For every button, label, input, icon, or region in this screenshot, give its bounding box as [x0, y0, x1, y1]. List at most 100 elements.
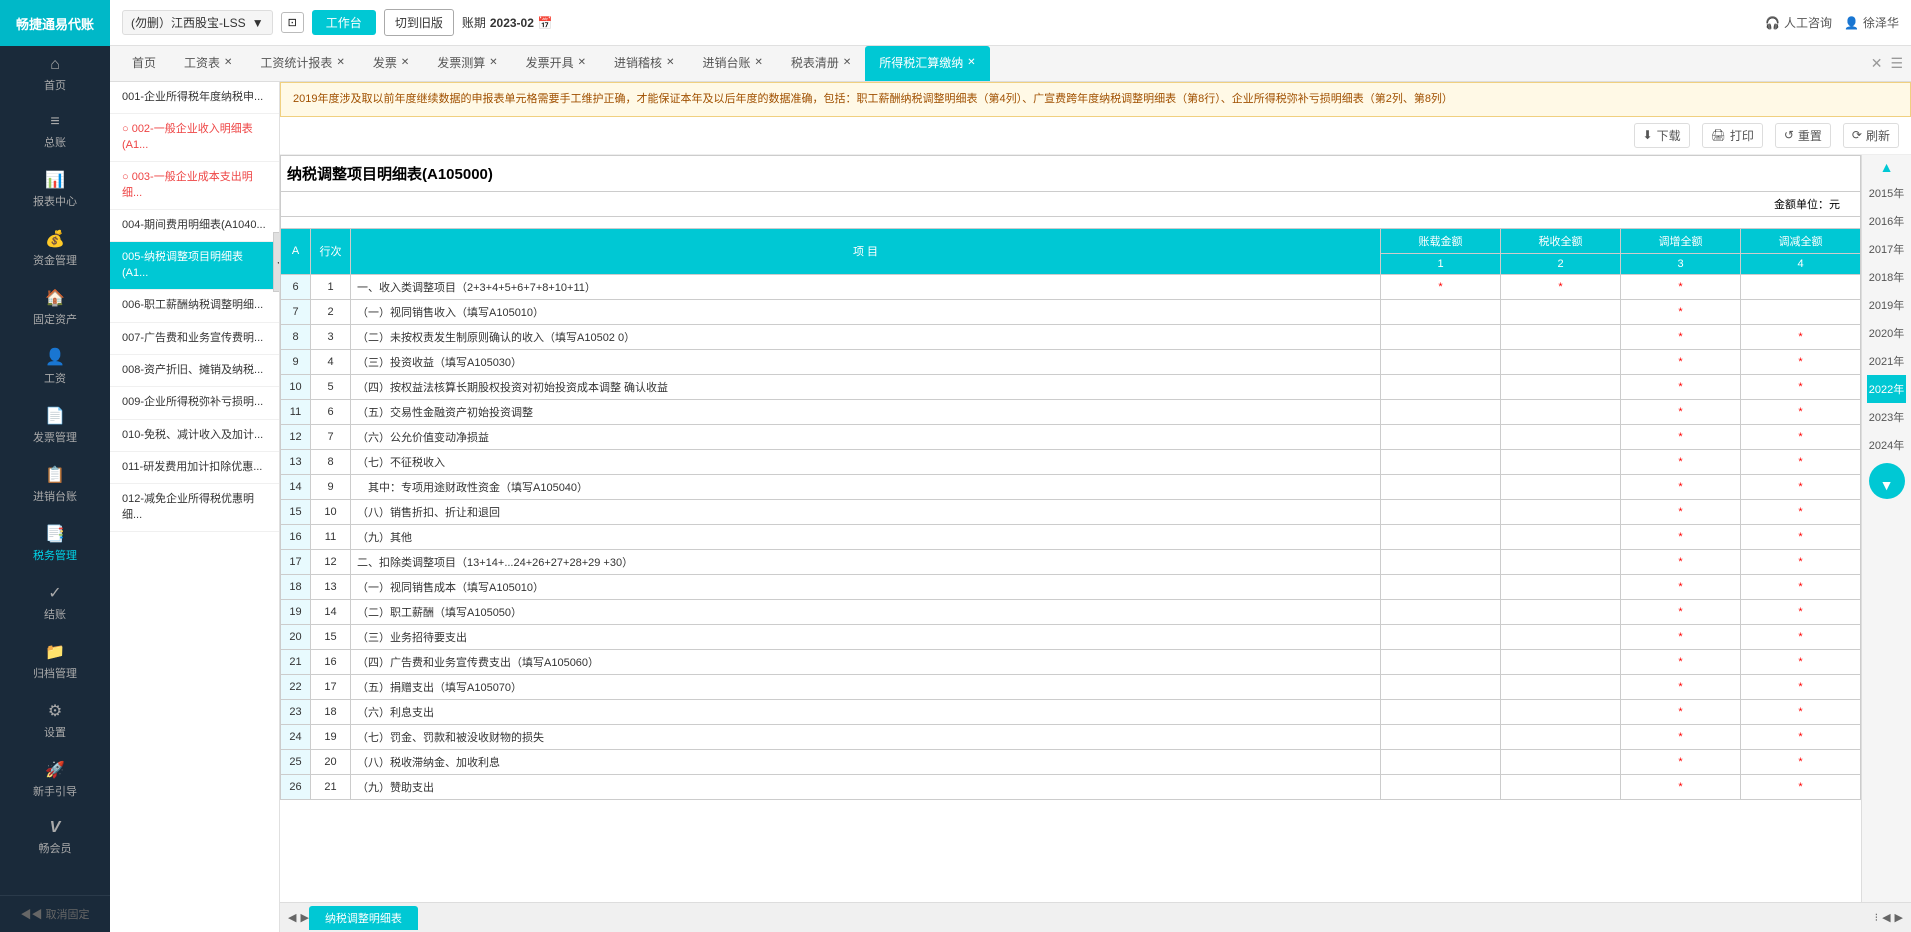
sidebar-item-settings[interactable]: ⚙ 设置: [0, 691, 110, 750]
row-value-1[interactable]: [1381, 649, 1501, 674]
left-panel-item-008[interactable]: 008-资产折旧、摊销及纳税...: [110, 355, 279, 387]
row-value-1[interactable]: [1381, 299, 1501, 324]
sidebar-item-close[interactable]: ✓ 结账: [0, 573, 110, 632]
sidebar-item-asset[interactable]: 💰 资金管理: [0, 219, 110, 278]
left-panel-item-003[interactable]: ○ 003-一般企业成本支出明细...: [110, 162, 279, 210]
sidebar-item-ledger[interactable]: ≡ 总账: [0, 103, 110, 160]
row-value-4[interactable]: *: [1741, 424, 1861, 449]
left-panel-item-010[interactable]: 010-免税、减计收入及加计...: [110, 420, 279, 452]
year-item[interactable]: 2018年: [1867, 263, 1906, 291]
tab-tax-list[interactable]: 税表清册 ✕: [777, 46, 865, 81]
row-value-4[interactable]: *: [1741, 649, 1861, 674]
row-value-2[interactable]: [1501, 449, 1621, 474]
tab-close-tax-list[interactable]: ✕: [843, 57, 851, 68]
sheet-scroll-bar-right[interactable]: ▶: [1895, 911, 1903, 924]
tab-invoice-open[interactable]: 发票开具 ✕: [512, 46, 600, 81]
year-item[interactable]: 2019年: [1867, 291, 1906, 319]
row-value-4[interactable]: *: [1741, 399, 1861, 424]
row-value-4[interactable]: *: [1741, 774, 1861, 799]
row-value-4[interactable]: *: [1741, 499, 1861, 524]
service-btn[interactable]: 🎧 人工咨询: [1765, 14, 1832, 31]
row-value-3[interactable]: *: [1621, 374, 1741, 399]
row-value-3[interactable]: *: [1621, 549, 1741, 574]
row-value-2[interactable]: [1501, 649, 1621, 674]
row-value-3[interactable]: *: [1621, 524, 1741, 549]
year-item[interactable]: 2016年: [1867, 207, 1906, 235]
row-value-4[interactable]: *: [1741, 574, 1861, 599]
sheet-scroll-left[interactable]: ◀: [288, 911, 296, 924]
row-value-1[interactable]: [1381, 449, 1501, 474]
row-value-2[interactable]: [1501, 324, 1621, 349]
year-scroll-up[interactable]: ▲: [1878, 155, 1896, 179]
row-value-4[interactable]: *: [1741, 674, 1861, 699]
sheet-tab-main[interactable]: 纳税调整明细表: [309, 906, 418, 930]
tab-salary[interactable]: 工资表 ✕: [170, 46, 246, 81]
row-value-1[interactable]: [1381, 599, 1501, 624]
left-panel-item-004[interactable]: 004-期间费用明细表(A1040...: [110, 210, 279, 242]
row-value-4[interactable]: [1741, 299, 1861, 324]
row-value-4[interactable]: *: [1741, 624, 1861, 649]
row-value-2[interactable]: [1501, 699, 1621, 724]
row-value-3[interactable]: *: [1621, 599, 1741, 624]
row-value-1[interactable]: [1381, 724, 1501, 749]
year-item[interactable]: 2021年: [1867, 347, 1906, 375]
tab-close-salary-stats[interactable]: ✕: [336, 57, 344, 68]
row-value-3[interactable]: *: [1621, 699, 1741, 724]
year-item[interactable]: 2022年: [1867, 375, 1906, 403]
row-value-1[interactable]: [1381, 774, 1501, 799]
row-value-1[interactable]: [1381, 749, 1501, 774]
download-button[interactable]: ⬇ 下载: [1634, 123, 1690, 148]
tab-home[interactable]: 首页: [118, 46, 170, 81]
left-panel-item-006[interactable]: 006-职工薪酬纳税调整明细...: [110, 290, 279, 322]
sheet-tab-add[interactable]: ⁝: [1875, 911, 1879, 924]
row-value-4[interactable]: *: [1741, 724, 1861, 749]
year-item[interactable]: 2017年: [1867, 235, 1906, 263]
row-value-4[interactable]: *: [1741, 749, 1861, 774]
row-value-3[interactable]: *: [1621, 324, 1741, 349]
year-item[interactable]: 2020年: [1867, 319, 1906, 347]
row-value-1[interactable]: [1381, 399, 1501, 424]
sidebar-item-invoice[interactable]: 📄 发票管理: [0, 396, 110, 455]
row-value-1[interactable]: *: [1381, 274, 1501, 299]
year-item[interactable]: 2023年: [1867, 403, 1906, 431]
row-value-3[interactable]: *: [1621, 774, 1741, 799]
refresh-button[interactable]: ⟳ 刷新: [1843, 123, 1899, 148]
tab-close-invoice-check[interactable]: ✕: [666, 57, 674, 68]
year-item[interactable]: 2015年: [1867, 179, 1906, 207]
row-value-3[interactable]: *: [1621, 574, 1741, 599]
copy-button[interactable]: ⊡: [281, 12, 304, 33]
tab-salary-stats[interactable]: 工资统计报表 ✕: [246, 46, 358, 81]
row-value-2[interactable]: [1501, 574, 1621, 599]
close-all-tabs-btn[interactable]: ✕: [1871, 55, 1883, 72]
left-panel-item-005[interactable]: 005-纳税调整项目明细表(A1...: [110, 242, 279, 290]
row-value-1[interactable]: [1381, 474, 1501, 499]
switch-old-button[interactable]: 切到旧版: [384, 9, 454, 36]
row-value-1[interactable]: [1381, 424, 1501, 449]
print-button[interactable]: 🖨 打印: [1702, 123, 1763, 148]
tab-invoice-calc[interactable]: 发票测算 ✕: [423, 46, 511, 81]
row-value-4[interactable]: *: [1741, 324, 1861, 349]
row-value-3[interactable]: *: [1621, 424, 1741, 449]
sidebar-item-salary[interactable]: 👤 工资: [0, 337, 110, 396]
row-value-2[interactable]: [1501, 774, 1621, 799]
row-value-2[interactable]: [1501, 299, 1621, 324]
sidebar-item-tax[interactable]: 📑 税务管理: [0, 514, 110, 573]
row-value-3[interactable]: *: [1621, 399, 1741, 424]
row-value-4[interactable]: *: [1741, 474, 1861, 499]
row-value-4[interactable]: *: [1741, 549, 1861, 574]
row-value-3[interactable]: *: [1621, 749, 1741, 774]
row-value-2[interactable]: [1501, 399, 1621, 424]
user-profile[interactable]: 👤 徐泽华: [1844, 14, 1899, 31]
sidebar-item-purchase[interactable]: 📋 进销台账: [0, 455, 110, 514]
row-value-4[interactable]: *: [1741, 374, 1861, 399]
left-panel-item-002[interactable]: ○ 002-一般企业收入明细表(A1...: [110, 114, 279, 162]
row-value-1[interactable]: [1381, 499, 1501, 524]
row-value-3[interactable]: *: [1621, 349, 1741, 374]
row-value-2[interactable]: [1501, 549, 1621, 574]
row-value-4[interactable]: *: [1741, 599, 1861, 624]
row-value-1[interactable]: [1381, 699, 1501, 724]
row-value-1[interactable]: [1381, 349, 1501, 374]
row-value-2[interactable]: *: [1501, 274, 1621, 299]
row-value-4[interactable]: [1741, 274, 1861, 299]
row-value-2[interactable]: [1501, 349, 1621, 374]
